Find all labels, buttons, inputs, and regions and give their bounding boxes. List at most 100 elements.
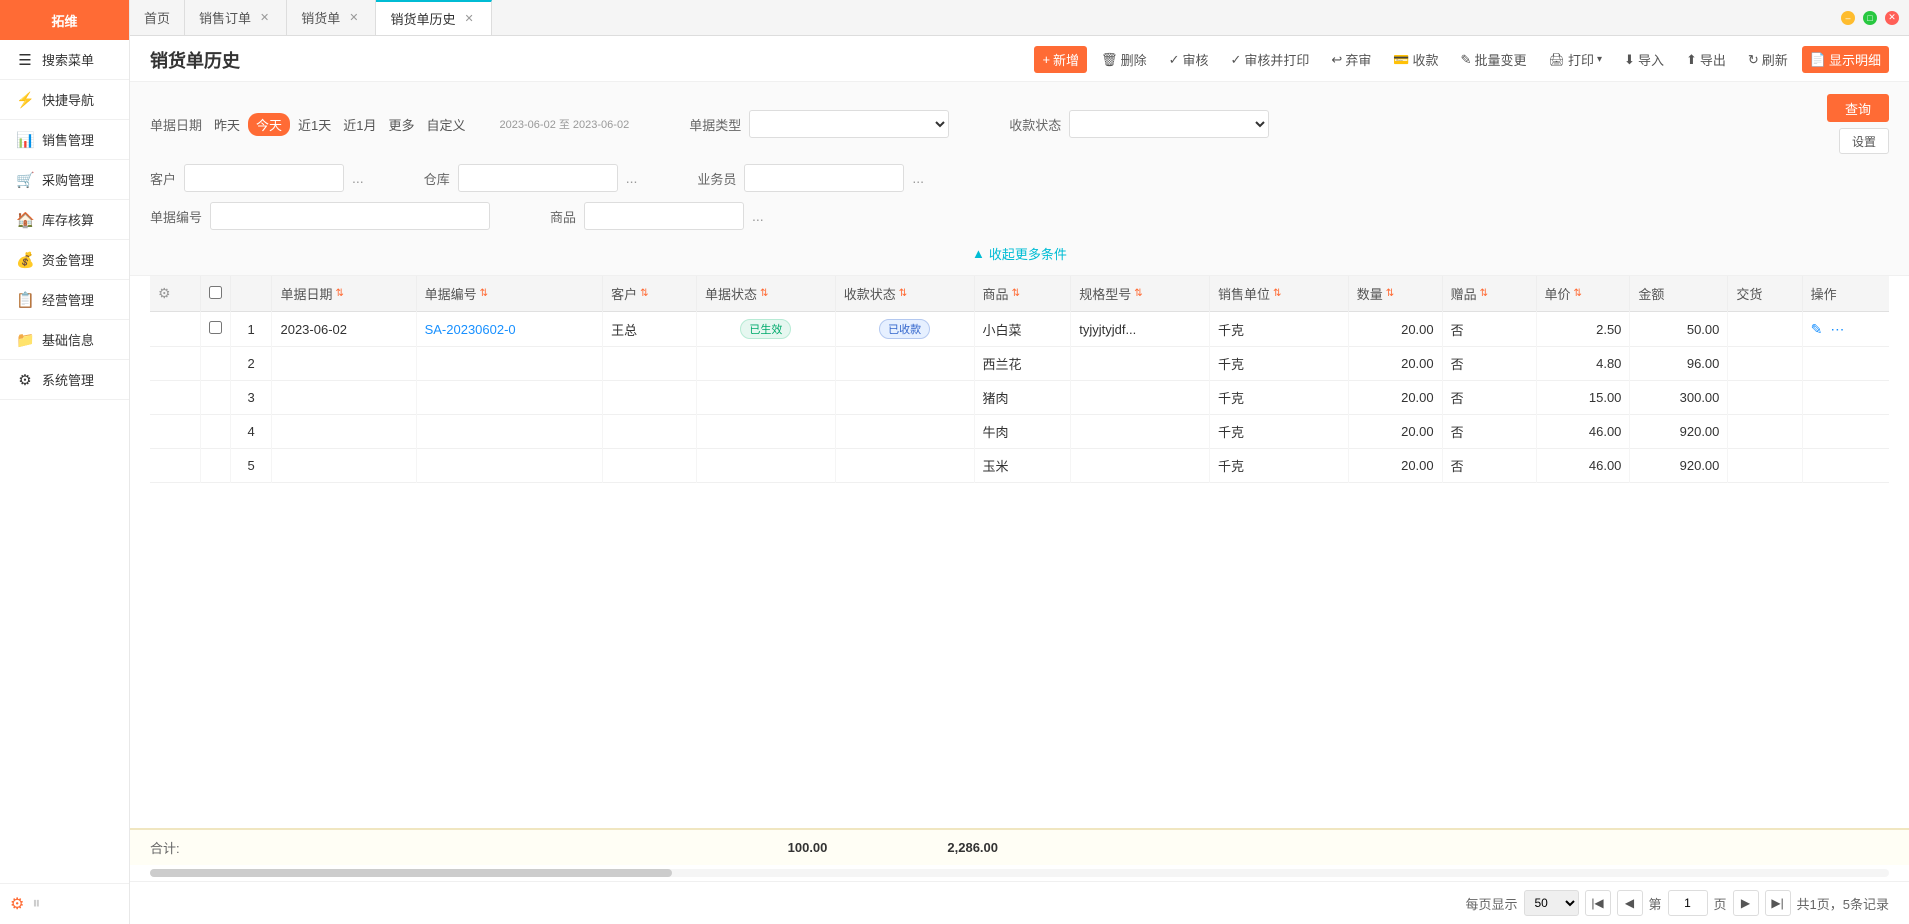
customer-select-icon[interactable]: ...: [352, 170, 364, 186]
tab-sales-history-close[interactable]: ✕: [462, 11, 477, 26]
new-button[interactable]: + 新增: [1034, 46, 1087, 73]
doc-no-input[interactable]: [210, 202, 490, 230]
sort-goods-icon[interactable]: ⇅: [1012, 288, 1020, 299]
collect-status-label: 收款状态: [1009, 115, 1061, 134]
collect-button[interactable]: 💳 收款: [1385, 46, 1446, 73]
sidebar-item-sales-mgmt[interactable]: 📊 销售管理: [0, 120, 129, 160]
sidebar-item-system-mgmt[interactable]: ⚙ 系统管理: [0, 360, 129, 400]
import-button[interactable]: ⬇ 导入: [1616, 46, 1672, 73]
sort-qty-icon[interactable]: ⇅: [1386, 288, 1394, 299]
doc-no-link[interactable]: SA-20230602-0: [425, 322, 516, 337]
sort-price-icon[interactable]: ⇅: [1574, 288, 1582, 299]
settings-icon[interactable]: ⚙: [10, 894, 24, 914]
sort-collect-status-icon[interactable]: ⇅: [899, 288, 907, 299]
first-page-button[interactable]: |◀: [1585, 890, 1611, 916]
row-checkbox[interactable]: [209, 321, 222, 334]
td-price: 2.50: [1536, 312, 1630, 347]
table-row: 1 2023-06-02 SA-20230602-0 王总 已生效 已收款 小白…: [150, 312, 1889, 347]
doc-status-badge: 已生效: [740, 319, 791, 339]
shortcut-custom[interactable]: 自定义: [423, 113, 470, 136]
th-unit[interactable]: 销售单位 ⇅: [1209, 276, 1348, 312]
goods-input[interactable]: [584, 202, 744, 230]
shortcut-today[interactable]: 今天: [248, 113, 290, 136]
shortcut-more[interactable]: 更多: [385, 113, 419, 136]
batch-change-button[interactable]: ✎ 批量变更: [1453, 46, 1535, 73]
table-settings-icon[interactable]: ⚙: [158, 285, 171, 301]
tab-home[interactable]: 首页: [130, 0, 185, 35]
abandon-button[interactable]: ↩ 弃审: [1323, 46, 1379, 73]
sidebar-item-basic-info[interactable]: 📁 基础信息: [0, 320, 129, 360]
tab-sales-history[interactable]: 销货单历史 ✕: [376, 0, 491, 35]
th-gift[interactable]: 赠品 ⇅: [1442, 276, 1536, 312]
warehouse-input[interactable]: [458, 164, 618, 192]
delete-icon: 🗑: [1101, 52, 1118, 68]
th-customer[interactable]: 客户 ⇅: [603, 276, 697, 312]
th-qty[interactable]: 数量 ⇅: [1348, 276, 1442, 312]
warehouse-select-icon[interactable]: ...: [626, 170, 638, 186]
th-goods[interactable]: 商品 ⇅: [974, 276, 1071, 312]
th-spec[interactable]: 规格型号 ⇅: [1071, 276, 1210, 312]
window-minimize-btn[interactable]: –: [1841, 11, 1855, 25]
sidebar-item-purchase-mgmt[interactable]: 🛒 采购管理: [0, 160, 129, 200]
agent-select-icon[interactable]: ...: [912, 170, 924, 186]
sort-unit-icon[interactable]: ⇅: [1273, 288, 1281, 299]
agent-input[interactable]: [744, 164, 904, 192]
export-button[interactable]: ⬆ 导出: [1678, 46, 1734, 73]
per-page-select[interactable]: 20 50 100: [1524, 890, 1579, 916]
th-doc-date[interactable]: 单据日期 ⇅: [272, 276, 416, 312]
td-exchange: [1728, 415, 1802, 449]
th-doc-status[interactable]: 单据状态 ⇅: [697, 276, 836, 312]
sidebar-item-label: 快捷导航: [42, 90, 94, 109]
goods-select-icon[interactable]: ...: [752, 208, 764, 224]
sidebar-item-finance[interactable]: 💰 资金管理: [0, 240, 129, 280]
print-button[interactable]: 🖨 打印 ▾: [1540, 46, 1610, 73]
doc-type-select[interactable]: [749, 110, 949, 138]
more-action-icon[interactable]: ⋯: [1830, 321, 1844, 338]
shortcut-7days[interactable]: 近1天: [294, 113, 335, 136]
page-number-input[interactable]: [1668, 890, 1708, 916]
collapse-sidebar-icon[interactable]: ⏸: [32, 895, 40, 913]
horizontal-scrollbar[interactable]: [150, 869, 1889, 877]
next-page-button[interactable]: ▶: [1733, 890, 1759, 916]
sort-doc-status-icon[interactable]: ⇅: [760, 288, 768, 299]
shortcut-yesterday[interactable]: 昨天: [210, 113, 244, 136]
edit-action-icon[interactable]: ✎: [1811, 321, 1823, 338]
sort-spec-icon[interactable]: ⇅: [1134, 288, 1142, 299]
audit-button[interactable]: ✓ 审核: [1161, 46, 1217, 73]
customer-input[interactable]: [184, 164, 344, 192]
refresh-button[interactable]: ↻ 刷新: [1740, 46, 1796, 73]
sidebar-item-search-menu[interactable]: ☰ 搜索菜单: [0, 40, 129, 80]
td-checkbox: [200, 415, 230, 449]
show-detail-button[interactable]: 📄 显示明细: [1802, 46, 1889, 73]
collect-status-select[interactable]: [1069, 110, 1269, 138]
sidebar-item-quick-nav[interactable]: ⚡ 快捷导航: [0, 80, 129, 120]
sort-gift-icon[interactable]: ⇅: [1480, 288, 1488, 299]
collapse-button[interactable]: ▲ 收起更多条件: [150, 240, 1889, 263]
th-collect-status[interactable]: 收款状态 ⇅: [835, 276, 974, 312]
th-price[interactable]: 单价 ⇅: [1536, 276, 1630, 312]
sidebar-item-inventory[interactable]: 🏠 库存核算: [0, 200, 129, 240]
th-doc-no[interactable]: 单据编号 ⇅: [416, 276, 603, 312]
sidebar-item-label: 系统管理: [42, 370, 94, 389]
sort-customer-icon[interactable]: ⇅: [640, 288, 648, 299]
last-page-button[interactable]: ▶|: [1765, 890, 1791, 916]
tab-sales-delivery-close[interactable]: ✕: [346, 10, 361, 25]
setup-button[interactable]: 设置: [1839, 128, 1889, 154]
tab-sales-order[interactable]: 销售订单 ✕: [185, 0, 287, 35]
delete-button[interactable]: 🗑 删除: [1093, 46, 1155, 73]
sort-doc-date-icon[interactable]: ⇅: [336, 288, 344, 299]
window-close-btn[interactable]: ✕: [1885, 11, 1899, 25]
query-button[interactable]: 查询: [1827, 94, 1889, 122]
td-customer: [603, 381, 697, 415]
page-total: 共1页，5条记录: [1797, 894, 1889, 913]
audit-print-button[interactable]: ✓ 审核并打印: [1223, 46, 1318, 73]
shortcut-1month[interactable]: 近1月: [339, 113, 380, 136]
tab-sales-delivery[interactable]: 销货单 ✕: [287, 0, 376, 35]
prev-page-button[interactable]: ◀: [1617, 890, 1643, 916]
window-maximize-btn[interactable]: □: [1863, 11, 1877, 25]
sidebar-item-operations[interactable]: 📋 经营管理: [0, 280, 129, 320]
select-all-checkbox[interactable]: [209, 286, 222, 299]
sort-doc-no-icon[interactable]: ⇅: [480, 288, 488, 299]
tab-sales-order-close[interactable]: ✕: [257, 10, 272, 25]
scrollbar-thumb[interactable]: [150, 869, 672, 877]
